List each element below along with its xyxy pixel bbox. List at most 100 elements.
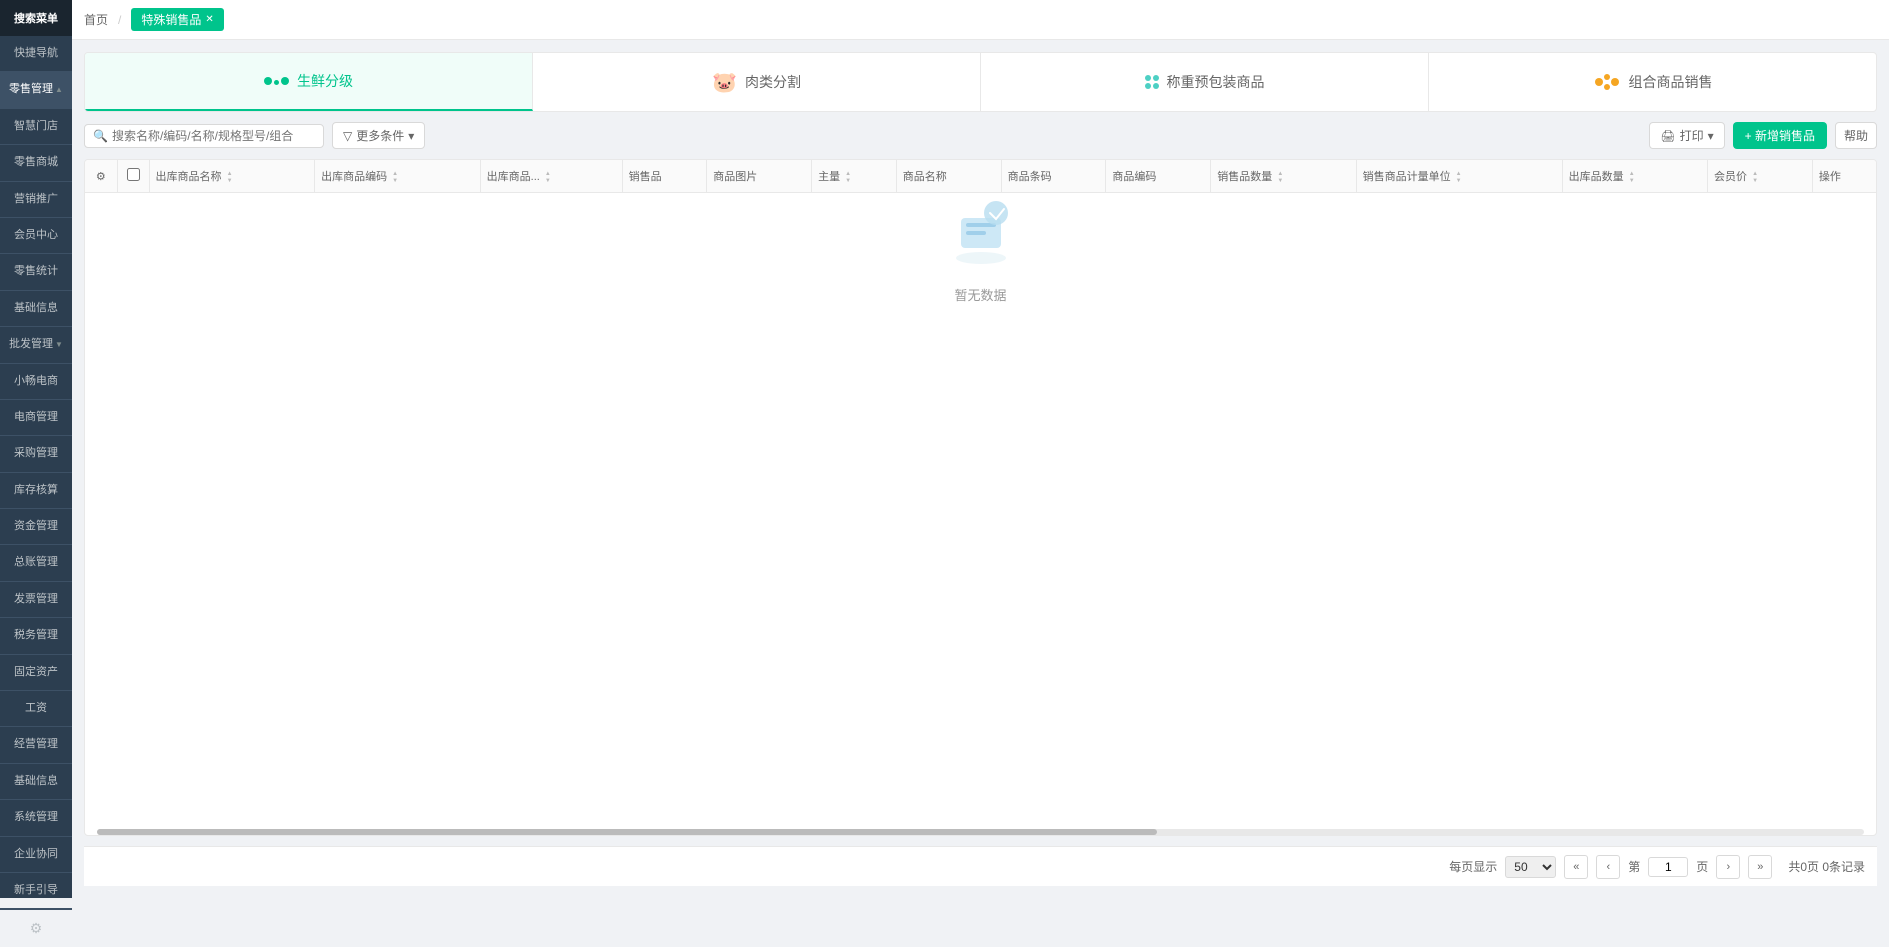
toolbar-left: 🔍 ▽ 更多条件 ▾ xyxy=(84,122,425,149)
sidebar-item-yingxiao[interactable]: 营销推广 xyxy=(0,182,72,218)
sort-arrows: ▲▼ xyxy=(1277,171,1283,184)
sidebar-item-zijin[interactable]: 资金管理 xyxy=(0,509,72,545)
sidebar: 搜索菜单 快捷导航 零售管理 ▲ 智慧门店 零售商城 营销推广 会员中心 零售统… xyxy=(0,0,72,898)
th-name[interactable]: 商品名称 xyxy=(896,160,1001,193)
sidebar-item-huiyuan[interactable]: 会员中心 xyxy=(0,218,72,254)
next-page-button[interactable]: › xyxy=(1716,855,1740,879)
scrollbar-thumb[interactable] xyxy=(97,829,1157,835)
sidebar-item-zhangzhang[interactable]: 总账管理 xyxy=(0,545,72,581)
sidebar-item-xitong[interactable]: 系统管理 xyxy=(0,800,72,836)
th-out-name[interactable]: 出库商品名称 ▲▼ xyxy=(149,160,315,193)
th-member-price[interactable]: 会员价 ▲▼ xyxy=(1708,160,1813,193)
th-sale-unit[interactable]: 销售商品计量单位 ▲▼ xyxy=(1356,160,1562,193)
table-header-row: ⚙ 出库商品名称 ▲▼ 出库商品编码 ▲▼ xyxy=(85,160,1876,193)
filter-button[interactable]: ▽ 更多条件 ▾ xyxy=(332,122,425,149)
pig-icon: 🐷 xyxy=(712,70,737,95)
th-action: 操作 xyxy=(1812,160,1876,193)
print-chevron-icon: ▾ xyxy=(1708,129,1714,143)
sort-arrows: ▲▼ xyxy=(545,171,551,184)
first-page-button[interactable]: « xyxy=(1564,855,1588,879)
cat-tab-fresh[interactable]: 生鲜分级 xyxy=(85,53,533,111)
sidebar-item-jingying[interactable]: 经营管理 xyxy=(0,727,72,763)
th-sale-qty[interactable]: 销售品数量 ▲▼ xyxy=(1211,160,1356,193)
th-setting[interactable]: ⚙ xyxy=(85,160,117,193)
sidebar-item-kucun[interactable]: 库存核算 xyxy=(0,473,72,509)
select-all-checkbox[interactable] xyxy=(127,168,140,181)
topbar: 首页 / 特殊销售品 ✕ xyxy=(72,0,1889,40)
last-page-button[interactable]: » xyxy=(1748,855,1772,879)
sidebar-item-lingshoutongji[interactable]: 零售统计 xyxy=(0,254,72,290)
sort-arrows: ▲▼ xyxy=(1752,171,1758,184)
print-label: 打印 xyxy=(1680,127,1704,144)
th-out-qty[interactable]: 出库品数量 ▲▼ xyxy=(1562,160,1707,193)
help-button[interactable]: 帮助 xyxy=(1835,122,1877,149)
sort-arrows: ▲▼ xyxy=(1629,171,1635,184)
main-area: 首页 / 特殊销售品 ✕ 生鲜分级 🐷 肉类分割 xyxy=(72,0,1889,898)
sidebar-item-lingshou[interactable]: 零售管理 ▲ xyxy=(0,72,72,108)
sidebar-logo[interactable]: 搜索菜单 xyxy=(0,0,72,36)
page-number-input[interactable] xyxy=(1648,857,1688,877)
empty-state: 暂无数据 xyxy=(85,193,1876,304)
print-icon: 🖨 xyxy=(1660,129,1675,143)
sidebar-item-qiye[interactable]: 企业协同 xyxy=(0,837,72,873)
sidebar-item-jichu1[interactable]: 基础信息 xyxy=(0,291,72,327)
sidebar-item-caigou[interactable]: 采购管理 xyxy=(0,436,72,472)
breadcrumb-separator: / xyxy=(118,13,121,27)
print-button[interactable]: 🖨 打印 ▾ xyxy=(1649,122,1724,149)
search-input[interactable] xyxy=(112,129,315,143)
sidebar-item-gudingzichan[interactable]: 固定资产 xyxy=(0,655,72,691)
sidebar-item-shangcheng[interactable]: 零售商城 xyxy=(0,145,72,181)
chevron-down-icon: ▼ xyxy=(55,339,63,350)
th-out-code[interactable]: 出库商品编码 ▲▼ xyxy=(315,160,481,193)
sidebar-item-pifa[interactable]: 批发管理 ▼ xyxy=(0,327,72,363)
sidebar-item-xinshou[interactable]: 新手引导 xyxy=(0,873,72,909)
cat-tab-combo-label: 组合商品销售 xyxy=(1629,72,1713,92)
th-check[interactable] xyxy=(117,160,149,193)
weight-icon xyxy=(1145,75,1159,89)
chevron-up-icon: ▲ xyxy=(55,84,63,95)
search-box[interactable]: 🔍 xyxy=(84,124,324,148)
cat-tab-combo[interactable]: 组合商品销售 xyxy=(1429,53,1876,111)
active-tab[interactable]: 特殊销售品 ✕ xyxy=(131,8,223,31)
content-area: 生鲜分级 🐷 肉类分割 称重预包装商品 xyxy=(72,40,1889,898)
settings-col-icon: ⚙ xyxy=(96,171,106,183)
breadcrumb-home[interactable]: 首页 xyxy=(84,11,108,28)
add-button[interactable]: + 新增销售品 xyxy=(1733,122,1827,149)
prev-page-button[interactable]: ‹ xyxy=(1596,855,1620,879)
cat-tab-weight-label: 称重预包装商品 xyxy=(1167,72,1265,92)
search-icon: 🔍 xyxy=(93,129,108,143)
sidebar-item-jichu2[interactable]: 基础信息 xyxy=(0,764,72,800)
sidebar-item-xiaochang[interactable]: 小畅电商 xyxy=(0,364,72,400)
table-scroll[interactable]: ⚙ 出库商品名称 ▲▼ 出库商品编码 ▲▼ xyxy=(85,160,1876,829)
sidebar-item-gongzi[interactable]: 工资 xyxy=(0,691,72,727)
empty-text: 暂无数据 xyxy=(954,285,1006,304)
sidebar-item-shuiwu[interactable]: 税务管理 xyxy=(0,618,72,654)
combo-icon xyxy=(1593,72,1621,92)
sort-arrows: ▲▼ xyxy=(227,171,233,184)
tab-close-icon[interactable]: ✕ xyxy=(205,14,213,25)
settings-icon[interactable]: ⚙ xyxy=(0,910,72,947)
th-image[interactable]: 商品图片 xyxy=(707,160,812,193)
sidebar-item-kuaijie[interactable]: 快捷导航 xyxy=(0,36,72,72)
cat-tab-meat[interactable]: 🐷 肉类分割 xyxy=(533,53,981,111)
toolbar-right: 🖨 打印 ▾ + 新增销售品 帮助 xyxy=(1649,122,1877,149)
help-label: 帮助 xyxy=(1844,129,1868,143)
cat-tab-fresh-label: 生鲜分级 xyxy=(297,71,353,91)
fresh-icon xyxy=(264,77,289,85)
pagination-total: 共0页 0条记录 xyxy=(1788,858,1865,875)
th-sale-item[interactable]: 销售品 xyxy=(622,160,707,193)
chevron-down-icon: ▾ xyxy=(408,129,414,143)
sidebar-item-fapiao[interactable]: 发票管理 xyxy=(0,582,72,618)
sidebar-item-dianshang[interactable]: 电商管理 xyxy=(0,400,72,436)
data-table: ⚙ 出库商品名称 ▲▼ 出库商品编码 ▲▼ xyxy=(85,160,1876,193)
cat-tab-weight[interactable]: 称重预包装商品 xyxy=(981,53,1429,111)
page-label-pre: 第 xyxy=(1628,858,1640,875)
sidebar-item-zhihui[interactable]: 智慧门店 xyxy=(0,109,72,145)
th-sku-code[interactable]: 商品编码 xyxy=(1106,160,1211,193)
th-barcode[interactable]: 商品条码 xyxy=(1001,160,1106,193)
filter-icon: ▽ xyxy=(343,129,352,143)
th-out-spec[interactable]: 出库商品... ▲▼ xyxy=(480,160,622,193)
th-main-unit[interactable]: 主量 ▲▼ xyxy=(812,160,897,193)
page-size-select[interactable]: 50 20 100 xyxy=(1505,856,1556,878)
horizontal-scrollbar[interactable] xyxy=(97,829,1864,835)
